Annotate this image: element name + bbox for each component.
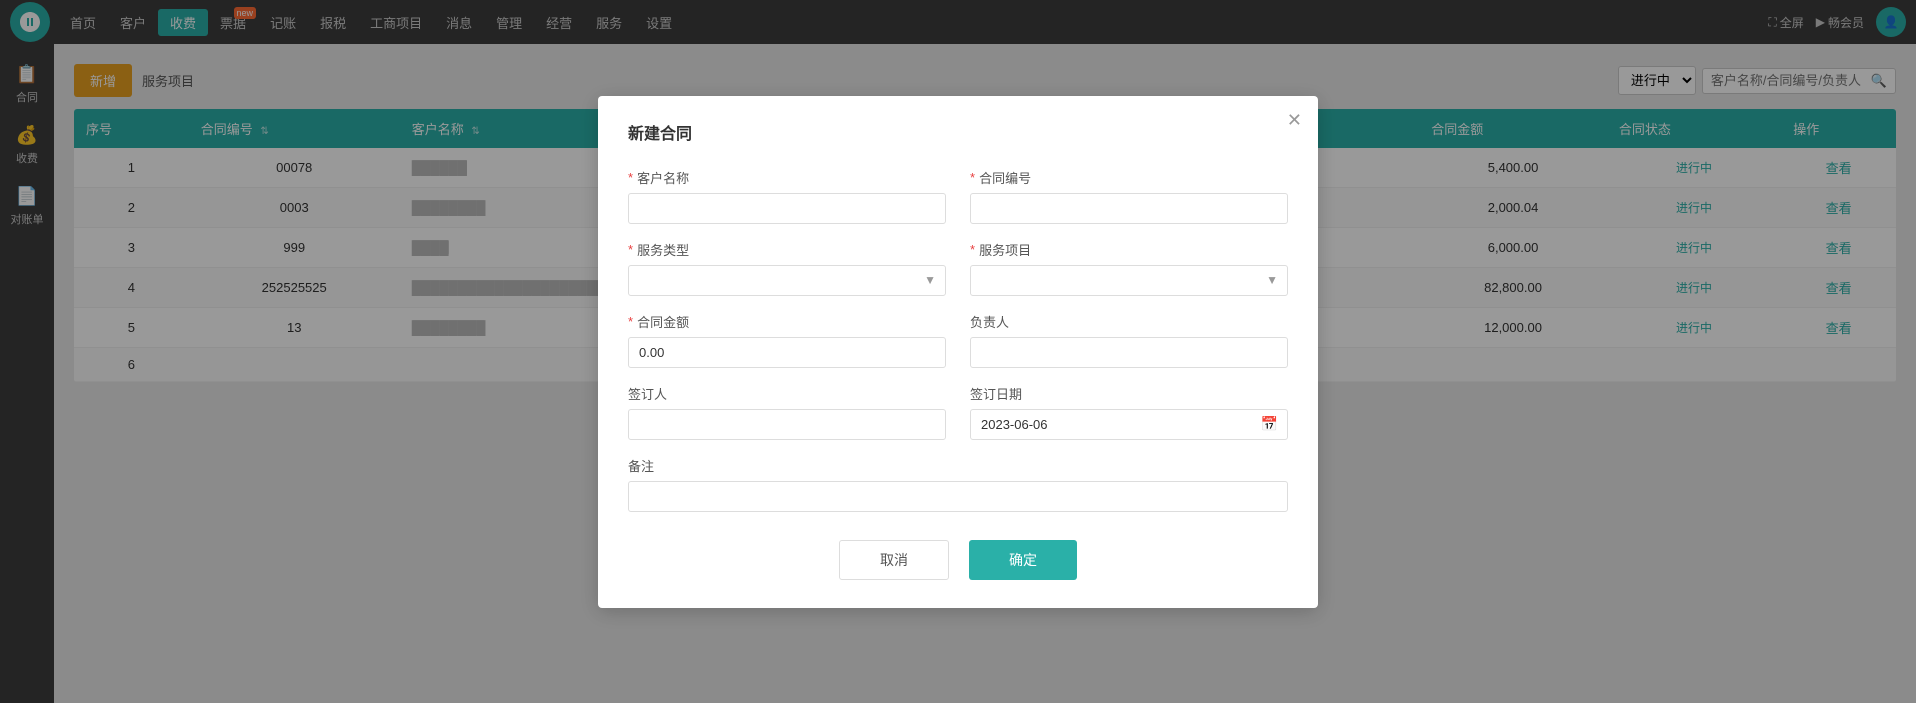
form-row-customer: * 客户名称 (628, 168, 946, 224)
form-row-service-type: * 服务类型 ▼ (628, 240, 946, 296)
customer-name-input[interactable] (628, 193, 946, 224)
responsible-person-input[interactable] (970, 337, 1288, 368)
customer-name-label: * 客户名称 (628, 168, 946, 187)
form-row-service-item: * 服务项目 ▼ (970, 240, 1288, 296)
modal-footer: 取消 确定 (628, 540, 1288, 580)
form-row-sign-date: 签订日期 📅 (970, 384, 1288, 440)
service-item-label: * 服务项目 (970, 240, 1288, 259)
new-contract-modal: ✕ 新建合同 * 客户名称 * 合同编号 * (598, 96, 1318, 608)
form-row-responsible: 负责人 (970, 312, 1288, 368)
contract-no-input[interactable] (970, 193, 1288, 224)
form-row-signatory: 签订人 (628, 384, 946, 440)
signatory-input[interactable] (628, 409, 946, 440)
modal-title: 新建合同 (628, 120, 1288, 144)
service-type-label: * 服务类型 (628, 240, 946, 259)
signatory-label: 签订人 (628, 384, 946, 403)
sign-date-label: 签订日期 (970, 384, 1288, 403)
service-item-select[interactable] (970, 265, 1288, 296)
form-row-amount: * 合同金额 (628, 312, 946, 368)
service-type-select-wrap: ▼ (628, 265, 946, 296)
service-item-select-wrap: ▼ (970, 265, 1288, 296)
confirm-button[interactable]: 确定 (969, 540, 1077, 580)
responsible-person-label: 负责人 (970, 312, 1288, 331)
form-row-contract-no: * 合同编号 (970, 168, 1288, 224)
form-row-remark: 备注 (628, 456, 1288, 512)
contract-no-label: * 合同编号 (970, 168, 1288, 187)
modal-overlay: ✕ 新建合同 * 客户名称 * 合同编号 * (0, 0, 1916, 703)
remark-input[interactable] (628, 481, 1288, 512)
cancel-button[interactable]: 取消 (839, 540, 949, 580)
form-grid: * 客户名称 * 合同编号 * 服务类型 (628, 168, 1288, 512)
sign-date-wrap: 📅 (970, 409, 1288, 440)
remark-label: 备注 (628, 456, 1288, 475)
contract-amount-label: * 合同金额 (628, 312, 946, 331)
sign-date-input[interactable] (970, 409, 1288, 440)
service-type-select[interactable] (628, 265, 946, 296)
modal-close-button[interactable]: ✕ (1287, 110, 1302, 131)
contract-amount-input[interactable] (628, 337, 946, 368)
